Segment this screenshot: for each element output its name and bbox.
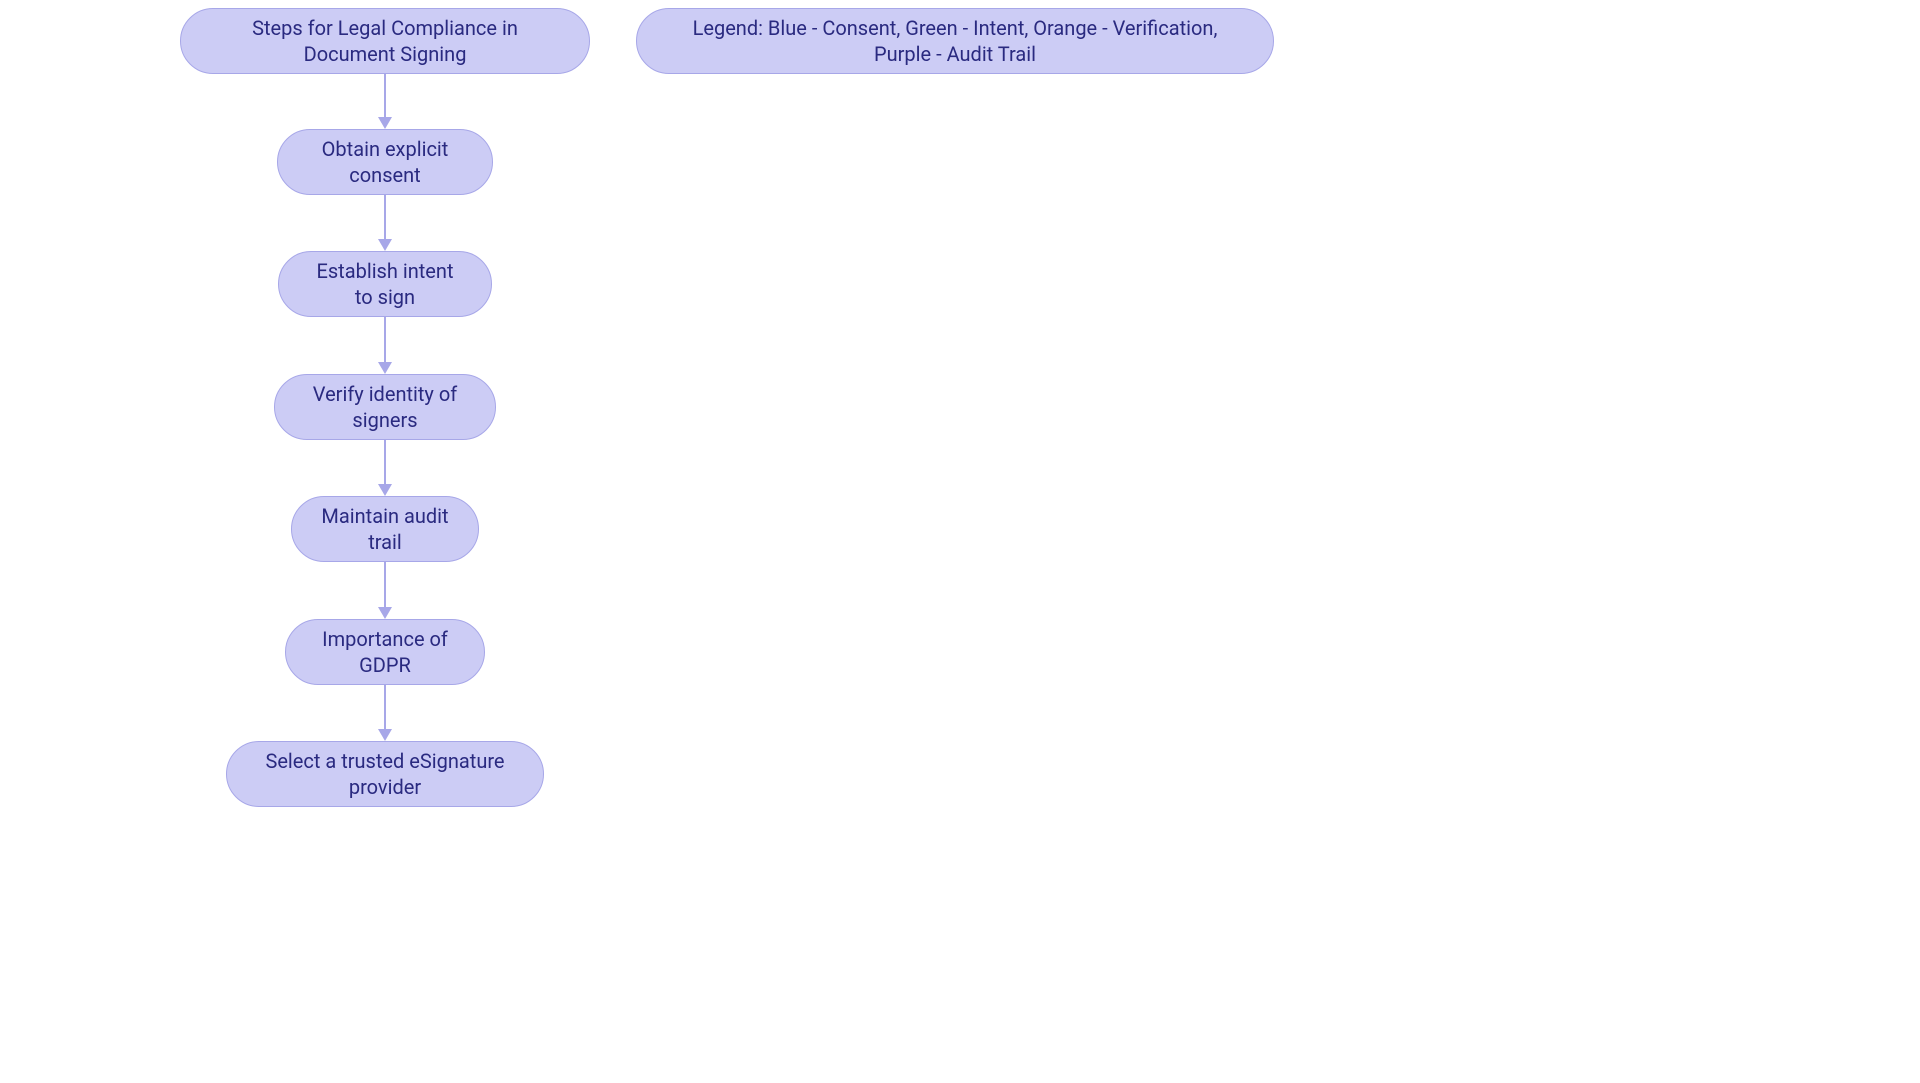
arrow-step4-step5	[384, 562, 386, 607]
arrowhead-step2-step3	[378, 362, 392, 374]
arrowhead-title-step1	[378, 117, 392, 129]
node-step3: Verify identity of signers	[274, 374, 496, 440]
node-legend: Legend: Blue - Consent, Green - Intent, …	[636, 8, 1274, 74]
node-step6: Select a trusted eSignature provider	[226, 741, 544, 807]
node-step5: Importance of GDPR	[285, 619, 485, 685]
node-step1: Obtain explicit consent	[277, 129, 493, 195]
node-step4: Maintain audit trail	[291, 496, 479, 562]
arrow-step3-step4	[384, 440, 386, 484]
arrow-step2-step3	[384, 317, 386, 362]
arrow-step1-step2	[384, 195, 386, 239]
arrow-step5-step6	[384, 685, 386, 729]
node-title-label: Steps for Legal Compliance in Document S…	[209, 15, 561, 67]
node-step2-label: Establish intent to sign	[307, 258, 463, 310]
node-legend-label: Legend: Blue - Consent, Green - Intent, …	[665, 15, 1245, 67]
node-step3-label: Verify identity of signers	[303, 381, 467, 433]
arrow-title-step1	[384, 74, 386, 117]
node-step2: Establish intent to sign	[278, 251, 492, 317]
node-step5-label: Importance of GDPR	[314, 626, 456, 678]
arrowhead-step4-step5	[378, 607, 392, 619]
node-step6-label: Select a trusted eSignature provider	[255, 748, 515, 800]
node-step1-label: Obtain explicit consent	[306, 136, 464, 188]
arrowhead-step5-step6	[378, 729, 392, 741]
node-step4-label: Maintain audit trail	[320, 503, 450, 555]
arrowhead-step1-step2	[378, 239, 392, 251]
arrowhead-step3-step4	[378, 484, 392, 496]
node-title: Steps for Legal Compliance in Document S…	[180, 8, 590, 74]
